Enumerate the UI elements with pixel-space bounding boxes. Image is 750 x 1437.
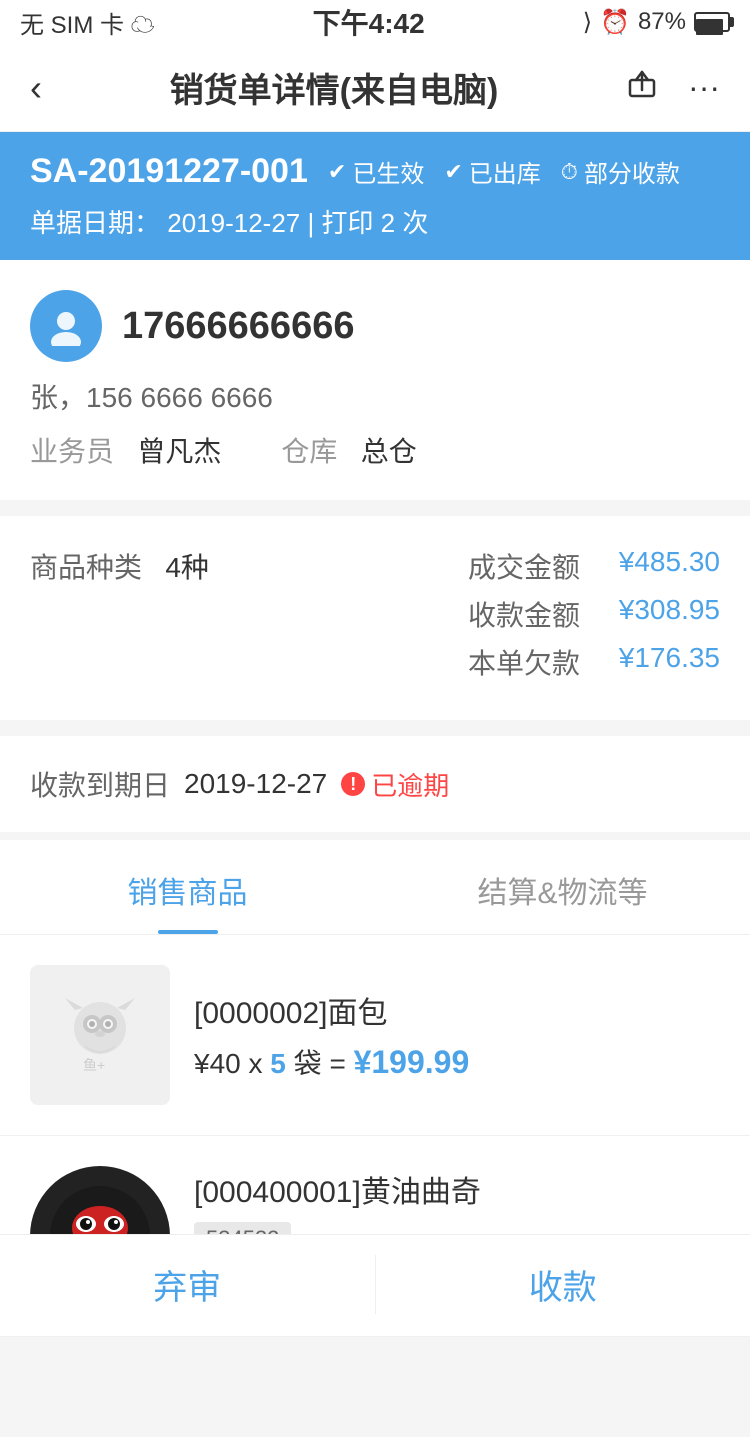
- bread-multiply: x: [249, 1048, 271, 1079]
- alarm-icon: ⏰: [600, 8, 630, 37]
- page-title: 销货单详情(来自电脑): [170, 63, 499, 112]
- category-value: 4种: [165, 552, 209, 583]
- bread-total: ¥199.99: [354, 1044, 470, 1080]
- status-bar-time: 下午4:42: [313, 2, 425, 42]
- product-thumbnail-bread: 鱼+: [30, 965, 170, 1105]
- print-info: | 打印 2 次: [307, 208, 428, 238]
- bread-quantity: 5: [270, 1048, 286, 1079]
- bottom-bar: 弃审 收款: [0, 1234, 750, 1334]
- clock-icon: ⏱: [561, 159, 578, 185]
- sales-name: 曾凡杰: [137, 436, 221, 467]
- due-section: 收款到期日 2019-12-27 ! 已逾期: [0, 736, 750, 840]
- bread-unit: 袋: [294, 1048, 322, 1079]
- order-date-line: 单据日期： 2019-12-27 | 打印 2 次: [30, 203, 720, 240]
- order-date-value: 2019-12-27: [167, 208, 300, 238]
- customer-phone: 17666666666: [122, 305, 354, 348]
- deal-value: ¥485.30: [600, 546, 720, 586]
- category-label: 商品种类: [30, 552, 142, 583]
- avatar: [30, 290, 102, 362]
- product-info-bread: [0000002]面包 ¥40 x 5 袋 = ¥199.99: [194, 988, 720, 1082]
- sales-info: 业务员 曾凡杰: [30, 430, 221, 470]
- customer-meta: 业务员 曾凡杰 仓库 总仓: [30, 430, 720, 470]
- status-bar: 无 SIM 卡 ☁ 下午4:42 ⟩ ⏰ 87%: [0, 0, 750, 44]
- bread-equals: =: [329, 1048, 353, 1079]
- date-label: 单据日期：: [30, 208, 160, 238]
- tab-settlement-label: 结算&物流等: [477, 877, 647, 910]
- nav-right-actions: ···: [626, 68, 720, 108]
- financial-stats: 成交金额 ¥485.30 收款金额 ¥308.95 本单欠款 ¥176.35: [468, 546, 720, 690]
- product-name-bread: [0000002]面包: [194, 988, 720, 1032]
- received-value: ¥308.95: [600, 594, 720, 634]
- check-icon-1: ✔: [328, 159, 346, 185]
- bread-price: ¥40: [194, 1048, 241, 1079]
- received-amount-row: 收款金额 ¥308.95: [468, 594, 720, 634]
- received-label: 收款金额: [468, 594, 580, 634]
- share-button[interactable]: [626, 68, 658, 108]
- sim-status: 无 SIM 卡 ☁: [20, 5, 155, 40]
- customer-section: 17666666666 张，156 6666 6666 业务员 曾凡杰 仓库 总…: [0, 260, 750, 500]
- product-price-bread: ¥40 x 5 袋 = ¥199.99: [194, 1042, 720, 1082]
- customer-name-phone: 张，156 6666 6666: [30, 376, 720, 416]
- deal-label: 成交金额: [468, 546, 580, 586]
- order-id: SA-20191227-001: [30, 152, 308, 191]
- tabs: 销售商品 结算&物流等: [0, 840, 750, 935]
- product-name-cookie: [000400001]黄油曲奇: [194, 1167, 720, 1211]
- location-icon: ⟩: [583, 8, 592, 37]
- owed-label: 本单欠款: [468, 642, 580, 682]
- tab-sales-products[interactable]: 销售商品: [0, 840, 375, 934]
- owed-amount-row: 本单欠款 ¥176.35: [468, 642, 720, 682]
- status-bar-left: 无 SIM 卡 ☁: [20, 5, 155, 40]
- overdue-badge: ! 已逾期: [341, 766, 449, 803]
- order-header: SA-20191227-001 ✔ 已生效 ✔ 已出库 ⏱ 部分收款 单据日期：…: [0, 132, 750, 260]
- tab-sales-label: 销售商品: [128, 877, 248, 910]
- warehouse-label: 仓库: [281, 436, 337, 467]
- badge-effective: ✔ 已生效: [328, 154, 424, 189]
- reject-button[interactable]: 弃审: [0, 1235, 375, 1334]
- tab-settlement[interactable]: 结算&物流等: [375, 840, 750, 934]
- check-icon-2: ✔: [444, 159, 462, 185]
- back-button[interactable]: ‹: [30, 67, 42, 109]
- collect-button[interactable]: 收款: [376, 1235, 750, 1334]
- badge-partial: ⏱ 部分收款: [561, 154, 680, 189]
- nav-bar: ‹ 销货单详情(来自电脑) ···: [0, 44, 750, 132]
- overdue-text: 已逾期: [371, 766, 449, 803]
- due-label: 收款到期日: [30, 764, 170, 804]
- svg-text:鱼+: 鱼+: [83, 1057, 105, 1073]
- battery-icon: [694, 12, 730, 32]
- overdue-icon: !: [341, 772, 365, 796]
- stats-section: 商品种类 4种 成交金额 ¥485.30 收款金额 ¥308.95 本单欠款 ¥…: [0, 516, 750, 720]
- more-button[interactable]: ···: [688, 69, 720, 106]
- battery-level: 87%: [638, 8, 686, 36]
- warehouse-name: 总仓: [361, 436, 417, 467]
- product-item: 鱼+ [0000002]面包 ¥40 x 5 袋 = ¥199.99: [0, 935, 750, 1136]
- category-info: 商品种类 4种: [30, 546, 209, 586]
- owed-value: ¥176.35: [600, 642, 720, 682]
- warehouse-info: 仓库 总仓: [281, 430, 416, 470]
- status-bar-right: ⟩ ⏰ 87%: [583, 8, 730, 37]
- sales-label: 业务员: [30, 436, 114, 467]
- deal-amount-row: 成交金额 ¥485.30: [468, 546, 720, 586]
- due-date: 2019-12-27: [184, 768, 327, 800]
- badge-shipped: ✔ 已出库: [444, 154, 540, 189]
